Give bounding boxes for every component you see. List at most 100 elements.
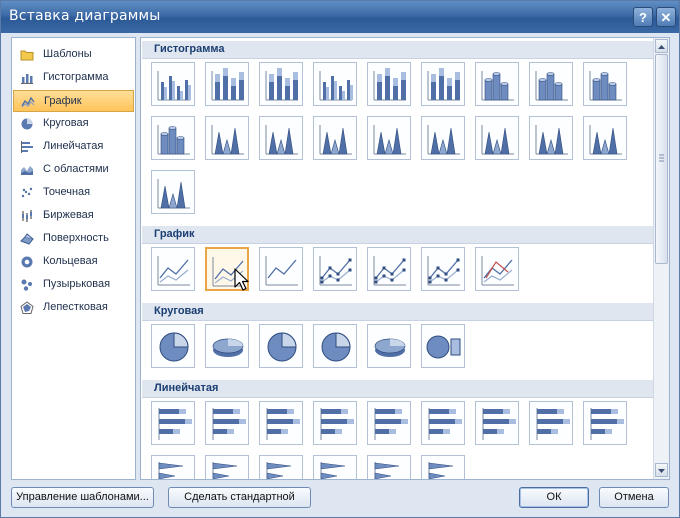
cancel-button[interactable]: Отмена xyxy=(599,487,669,508)
line-chart-subtype-tile[interactable] xyxy=(151,247,195,291)
chart-type-item[interactable]: Поверхность xyxy=(13,228,134,250)
chart-type-label: Гистограмма xyxy=(43,71,109,83)
column-chart-icon xyxy=(535,71,568,101)
chart-type-item[interactable]: Биржевая xyxy=(13,205,134,227)
line-chart-subtype-tile[interactable] xyxy=(259,247,303,291)
scroll-up-button[interactable] xyxy=(655,39,668,53)
column-chart-icon xyxy=(211,125,244,155)
doughnut-chart-icon xyxy=(21,256,33,268)
column-chart-subtype-tile[interactable] xyxy=(475,116,519,160)
dialog-body: Шаблоны Гистограмма График Круговая Линейчат… xyxy=(5,33,675,515)
set-default-button[interactable]: Сделать стандартной xyxy=(168,487,311,508)
bar-chart-icon xyxy=(266,462,292,479)
column-chart-icon xyxy=(157,71,191,101)
column-chart-subtype-tile[interactable] xyxy=(421,62,465,106)
bar-chart-subtype-tile[interactable] xyxy=(367,455,411,479)
column-chart-icon xyxy=(535,125,568,155)
scroll-down-button[interactable] xyxy=(655,463,668,477)
pie-chart-icon xyxy=(21,118,33,130)
bar-chart-subtype-tile[interactable] xyxy=(313,455,357,479)
column-chart-subtype-tile[interactable] xyxy=(151,62,195,106)
manage-templates-button[interactable]: Управление шаблонами... xyxy=(11,487,154,508)
radar-chart-icon xyxy=(20,301,34,314)
column-chart-subtype-tile[interactable] xyxy=(529,62,573,106)
chart-type-label: С областями xyxy=(43,163,109,175)
column-chart-subtype-tile[interactable] xyxy=(259,62,303,106)
column-chart-icon xyxy=(427,125,460,155)
stock-chart-icon xyxy=(22,210,32,222)
column-chart-icon xyxy=(481,125,514,155)
bar-chart-subtype-tile[interactable] xyxy=(529,401,573,445)
bar-chart-subtype-tile[interactable] xyxy=(151,455,195,479)
bar-chart-subtype-tile[interactable] xyxy=(205,455,249,479)
line-chart-subtype-tile[interactable] xyxy=(475,247,519,291)
column-chart-subtype-tile[interactable] xyxy=(259,116,303,160)
bar-chart-subtype-tile[interactable] xyxy=(151,401,195,445)
bubble-chart-icon xyxy=(21,279,32,291)
bar-chart-subtype-tile[interactable] xyxy=(367,401,411,445)
column-chart-subtype-tile[interactable] xyxy=(151,116,195,160)
pie-chart-subtype-tile[interactable] xyxy=(313,324,357,368)
chart-type-label: Точечная xyxy=(43,186,91,198)
bar-chart-subtype-tile[interactable] xyxy=(421,401,465,445)
close-button[interactable]: ✕ xyxy=(656,7,676,27)
chart-type-item[interactable]: Шаблоны xyxy=(13,44,134,66)
bar-chart-subtype-tile[interactable] xyxy=(421,455,465,479)
mouse-cursor-icon xyxy=(234,268,249,291)
pie-chart-subtype-tile[interactable] xyxy=(205,324,249,368)
help-button[interactable]: ? xyxy=(633,7,653,27)
chart-type-label: Линейчатая xyxy=(43,140,104,152)
column-chart-subtype-tile[interactable] xyxy=(367,116,411,160)
column-chart-icon xyxy=(481,71,514,101)
chart-type-item[interactable]: С областями xyxy=(13,159,134,181)
column-chart-subtype-tile[interactable] xyxy=(367,62,411,106)
bar-chart-subtype-tile[interactable] xyxy=(205,401,249,445)
column-chart-subtype-tile[interactable] xyxy=(313,116,357,160)
bar-chart-icon xyxy=(158,462,184,479)
pie-chart-icon xyxy=(321,332,351,362)
column-chart-icon xyxy=(589,125,622,155)
line-chart-subtype-tile[interactable] xyxy=(313,247,357,291)
chart-type-item[interactable]: График xyxy=(13,90,134,112)
line-chart-icon xyxy=(157,256,190,286)
bar-chart-icon xyxy=(590,408,624,440)
pie-chart-subtype-tile[interactable] xyxy=(367,324,411,368)
chart-type-item[interactable]: Пузырьковая xyxy=(13,274,134,296)
column-chart-subtype-tile[interactable] xyxy=(205,116,249,160)
chart-type-label: Круговая xyxy=(43,117,89,129)
pie-chart-subtype-tile[interactable] xyxy=(151,324,195,368)
scroll-thumb[interactable] xyxy=(655,54,668,264)
pie-chart-subtype-tile[interactable] xyxy=(259,324,303,368)
column-chart-subtype-tile[interactable] xyxy=(583,116,627,160)
pie-chart-icon xyxy=(212,338,244,357)
column-chart-subtype-tile[interactable] xyxy=(529,116,573,160)
chart-type-item[interactable]: Круговая xyxy=(13,113,134,135)
column-chart-subtype-tile[interactable] xyxy=(475,62,519,106)
chart-type-item[interactable]: Точечная xyxy=(13,182,134,204)
chart-type-item[interactable]: Гистограмма xyxy=(13,67,134,89)
column-chart-subtype-tile[interactable] xyxy=(151,170,195,214)
bar-chart-icon xyxy=(374,462,400,479)
gallery-scrollbar[interactable] xyxy=(653,38,669,479)
pie-chart-icon xyxy=(374,338,406,357)
pie-chart-subtype-tile[interactable] xyxy=(421,324,465,368)
line-chart-subtype-tile[interactable] xyxy=(367,247,411,291)
bar-chart-subtype-tile[interactable] xyxy=(583,401,627,445)
line-chart-icon xyxy=(373,256,406,286)
bar-chart-icon xyxy=(212,462,238,479)
bar-chart-subtype-tile[interactable] xyxy=(259,455,303,479)
bar-chart-subtype-tile[interactable] xyxy=(475,401,519,445)
column-chart-subtype-tile[interactable] xyxy=(205,62,249,106)
line-chart-subtype-tile[interactable] xyxy=(421,247,465,291)
bar-chart-subtype-tile[interactable] xyxy=(259,401,303,445)
bar-chart-subtype-tile[interactable] xyxy=(313,401,357,445)
column-chart-subtype-tile[interactable] xyxy=(313,62,357,106)
line-chart-icon xyxy=(21,96,35,108)
chart-type-item[interactable]: Лепестковая xyxy=(13,297,134,319)
chart-type-item[interactable]: Линейчатая xyxy=(13,136,134,158)
ok-button[interactable]: ОК xyxy=(519,487,589,508)
column-chart-subtype-tile[interactable] xyxy=(421,116,465,160)
column-chart-subtype-tile[interactable] xyxy=(583,62,627,106)
column-chart-icon xyxy=(319,71,353,101)
chart-type-item[interactable]: Кольцевая xyxy=(13,251,134,273)
